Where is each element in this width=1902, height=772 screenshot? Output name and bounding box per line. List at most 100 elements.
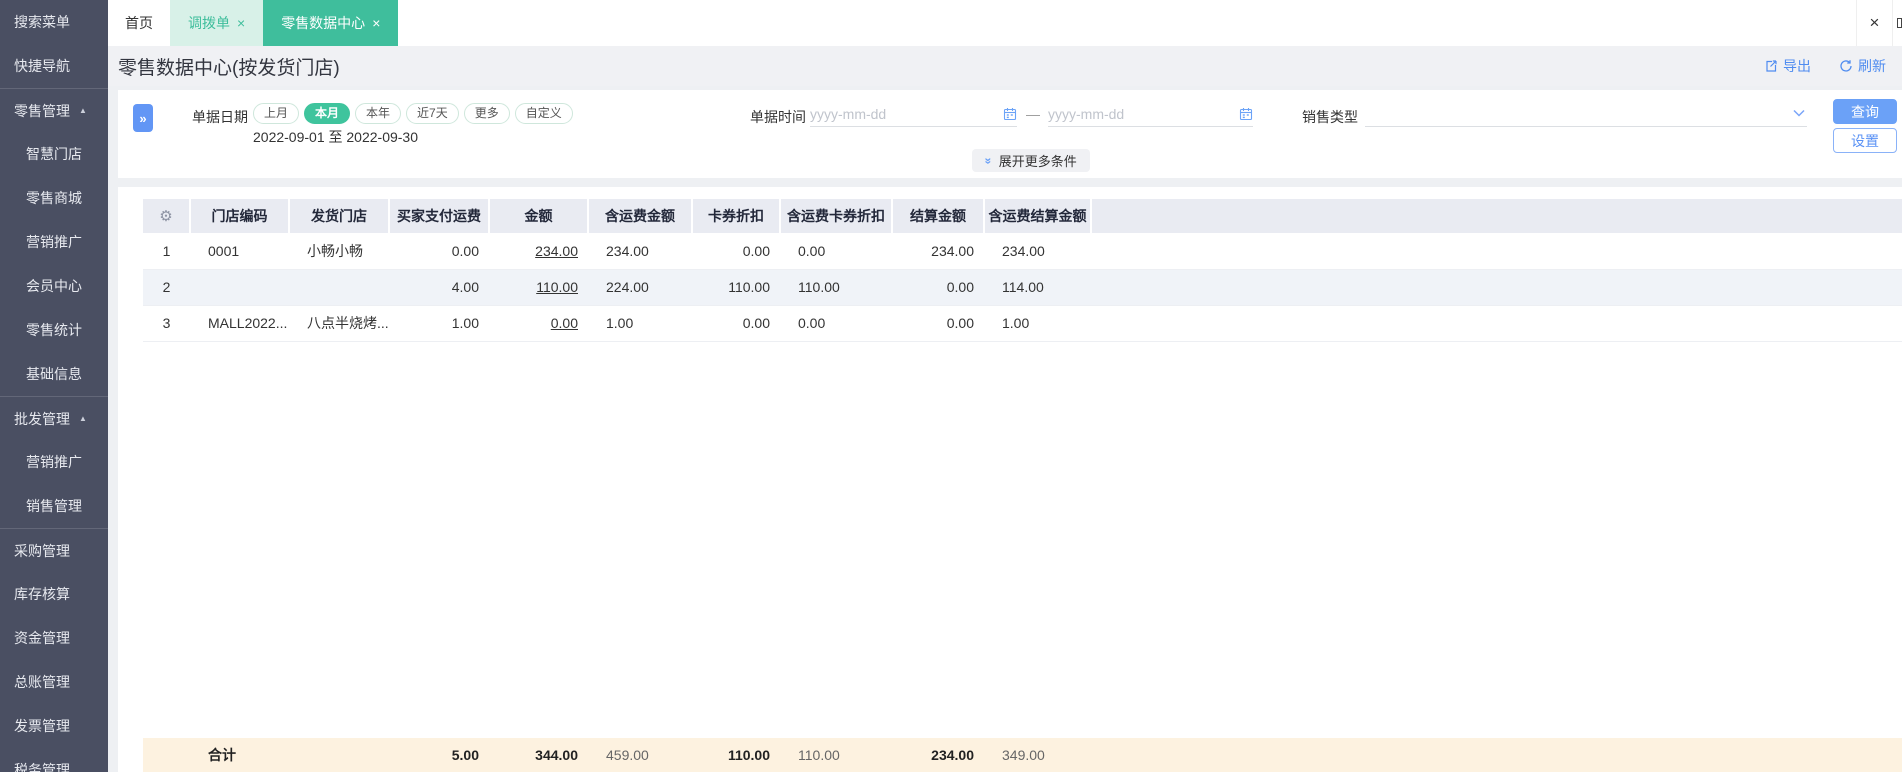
summary-total-row: 合计 5.00 344.00 459.00 110.00 110.00 234.00 349.… xyxy=(143,738,1902,772)
export-label: 导出 xyxy=(1783,58,1811,74)
sidebar-item-总账管理[interactable]: 总账管理 xyxy=(0,660,108,704)
title-bar: 零售数据中心(按发货门店) 导出 刷新 xyxy=(108,46,1902,86)
sidebar-item-label: 采购管理 xyxy=(14,542,70,559)
table-cell: 3 xyxy=(143,305,190,342)
tab-label: 零售数据中心 xyxy=(281,15,366,31)
tab-close-icon[interactable]: × xyxy=(372,16,380,30)
date-option-本年[interactable]: 本年 xyxy=(355,103,402,124)
column-header-结算金额: 结算金额 xyxy=(892,199,985,233)
sidebar-item-零售管理[interactable]: 零售管理 ▲ xyxy=(0,88,108,132)
sidebar-item-基础信息[interactable]: 基础信息 xyxy=(0,352,108,396)
time-from-input[interactable] xyxy=(810,105,1003,122)
sale-type-label: 销售类型 xyxy=(1302,109,1358,125)
sidebar-item-智慧门店[interactable]: 智慧门店 xyxy=(0,132,108,176)
double-chevron-right-icon: » xyxy=(139,110,147,126)
gear-icon[interactable]: ⚙ xyxy=(159,208,172,225)
date-range-text: 2022-09-01 至 2022-09-30 xyxy=(253,129,419,145)
date-option-近7天[interactable]: 近7天 xyxy=(406,103,459,124)
collapse-filter-button[interactable]: » xyxy=(133,104,153,132)
sidebar-item-采购管理[interactable]: 采购管理 xyxy=(0,528,108,572)
sidebar-item-快捷导航[interactable]: 快捷导航 xyxy=(0,44,108,88)
table-cell: 0.00 xyxy=(780,305,892,342)
summary-row: 合计 5.00 344.00 459.00 110.00 110.00 234.00 349.… xyxy=(143,738,1902,772)
sidebar-item-营销推广[interactable]: 营销推广 xyxy=(0,440,108,484)
sidebar-item-搜索菜单[interactable]: 搜索菜单 xyxy=(0,0,108,44)
sidebar-item-label: 营销推广 xyxy=(26,234,82,250)
sidebar-item-label: 快捷导航 xyxy=(14,58,70,74)
sidebar-item-销售管理[interactable]: 销售管理 xyxy=(0,484,108,528)
sidebar-item-发票管理[interactable]: 发票管理 xyxy=(0,704,108,748)
sidebar: 搜索菜单 快捷导航 零售管理 ▲ 智慧门店 零售商城 营销推广 会员中心 零售统计 基础信息 批发管… xyxy=(0,0,108,772)
summary-cell: 349.00 xyxy=(984,738,1091,772)
table-cell: 110.00 xyxy=(489,269,588,306)
tab-首页[interactable]: 首页 xyxy=(108,0,170,46)
chevron-down-icon xyxy=(1793,109,1805,117)
close-icon: × xyxy=(1869,13,1880,32)
table-cell: 110.00 xyxy=(692,269,780,306)
tab-调拨单[interactable]: 调拨单 × xyxy=(170,0,264,46)
time-to-input[interactable] xyxy=(1048,105,1239,122)
column-header-含运费金额: 含运费金额 xyxy=(588,199,693,233)
time-filter-label: 单据时间 xyxy=(750,109,806,125)
table-cell: MALL2022... xyxy=(190,305,289,342)
refresh-button[interactable]: 刷新 xyxy=(1839,56,1886,76)
table-cell: 0001 xyxy=(190,233,289,270)
table-cell: 0.00 xyxy=(892,269,984,306)
tab-close-icon[interactable]: × xyxy=(237,16,245,30)
table-cell: 小畅小畅 xyxy=(289,233,389,270)
sidebar-item-label: 营销推广 xyxy=(26,454,82,470)
column-header-卡券折扣: 卡券折扣 xyxy=(692,199,781,233)
table-cell-filler xyxy=(1091,233,1902,270)
date-option-本月[interactable]: 本月 xyxy=(304,103,351,124)
sidebar-item-税务管理[interactable]: 税务管理 xyxy=(0,748,108,772)
sale-type-select[interactable] xyxy=(1365,101,1807,127)
query-button[interactable]: 查询 xyxy=(1833,99,1897,124)
settings-button[interactable]: 设置 xyxy=(1833,128,1897,153)
table-header-row: ⚙ 门店编码 发货门店 买家支付运费 金额 含运费金额 卡券折扣 含运费卡券折扣 结算金额 含运费… xyxy=(143,199,1902,233)
table-cell: 110.00 xyxy=(780,269,892,306)
sidebar-item-库存核算[interactable]: 库存核算 xyxy=(0,572,108,616)
table-cell xyxy=(190,269,289,306)
summary-cell: 459.00 xyxy=(588,738,692,772)
amount-link[interactable]: 110.00 xyxy=(536,279,578,295)
date-option-自定义[interactable]: 自定义 xyxy=(514,103,573,124)
sidebar-item-营销推广[interactable]: 营销推广 xyxy=(0,220,108,264)
column-header-发货门店: 发货门店 xyxy=(289,199,390,233)
table-cell: 0.00 xyxy=(692,233,780,270)
summary-cell xyxy=(289,738,389,772)
amount-link[interactable]: 0.00 xyxy=(551,315,578,331)
page-title: 零售数据中心(按发货门店) xyxy=(118,57,340,79)
sidebar-item-label: 总账管理 xyxy=(14,674,70,690)
expand-more-label: 展开更多条件 xyxy=(998,154,1077,169)
close-window-button[interactable]: × xyxy=(1856,0,1892,46)
table-cell: 0.00 xyxy=(892,305,984,342)
table-cell: 1.00 xyxy=(984,305,1091,342)
date-option-更多[interactable]: 更多 xyxy=(463,103,510,124)
table-cell: 0.00 xyxy=(692,305,780,342)
sidebar-item-资金管理[interactable]: 资金管理 xyxy=(0,616,108,660)
table-card: ⚙ 门店编码 发货门店 买家支付运费 金额 含运费金额 卡券折扣 含运费卡券折扣 结算金额 含运费… xyxy=(118,187,1902,772)
table-cell: 1.00 xyxy=(588,305,692,342)
sidebar-item-批发管理[interactable]: 批发管理 ▲ xyxy=(0,396,108,440)
expand-more-button[interactable]: » 展开更多条件 xyxy=(972,149,1090,172)
summary-cell: 110.00 xyxy=(692,738,780,772)
table-cell: 4.00 xyxy=(389,269,489,306)
summary-label: 合计 xyxy=(190,738,289,772)
table-cell: 1.00 xyxy=(389,305,489,342)
calendar-icon[interactable] xyxy=(1003,107,1017,121)
table-cell: 234.00 xyxy=(588,233,692,270)
tab-零售数据中心[interactable]: 零售数据中心 × xyxy=(263,0,399,46)
table-cell xyxy=(289,269,389,306)
date-filter-label: 单据日期 xyxy=(192,109,248,125)
calendar-icon[interactable] xyxy=(1239,107,1253,121)
collapse-arrow-icon: ▲ xyxy=(79,414,87,423)
date-option-上月[interactable]: 上月 xyxy=(253,103,300,124)
table-cell: 234.00 xyxy=(892,233,984,270)
sidebar-item-零售商城[interactable]: 零售商城 xyxy=(0,176,108,220)
export-button[interactable]: 导出 xyxy=(1764,56,1811,76)
amount-link[interactable]: 234.00 xyxy=(535,243,578,259)
table-cell: 224.00 xyxy=(588,269,692,306)
sidebar-item-会员中心[interactable]: 会员中心 xyxy=(0,264,108,308)
fullscreen-button[interactable] xyxy=(1892,0,1902,46)
sidebar-item-零售统计[interactable]: 零售统计 xyxy=(0,308,108,352)
